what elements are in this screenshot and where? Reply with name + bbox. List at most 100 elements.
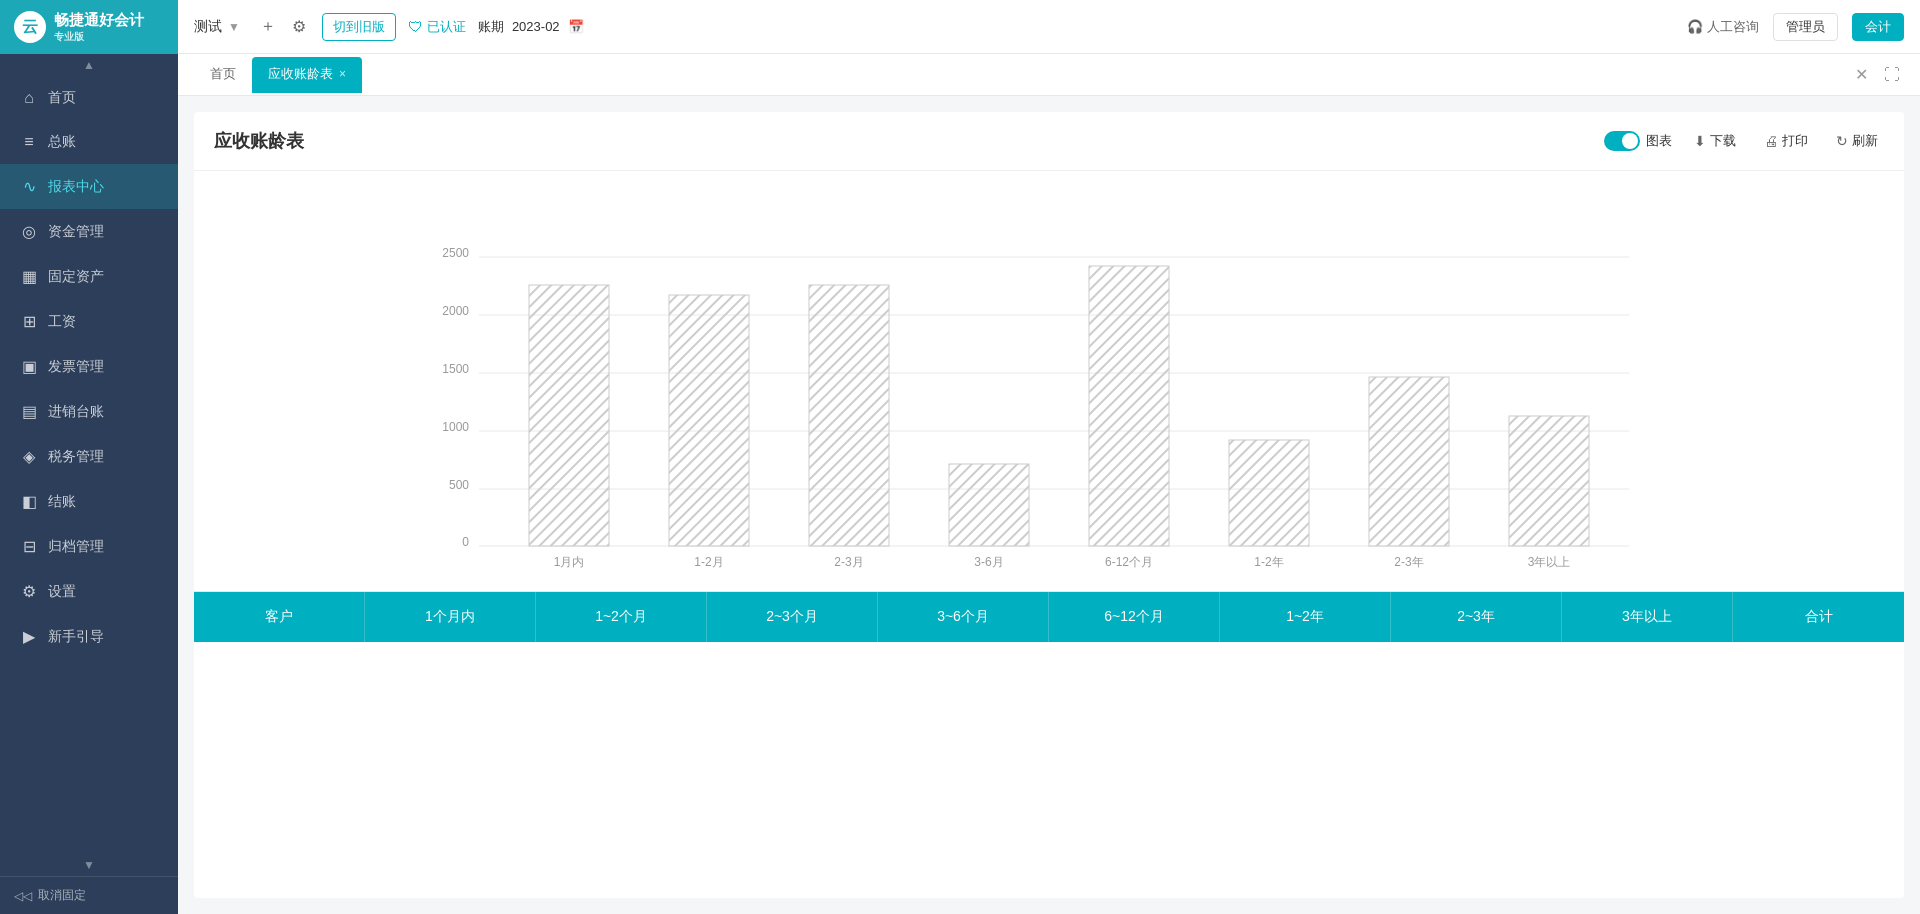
logo-sub: 专业版	[54, 30, 144, 44]
sidebar-item-tax[interactable]: ◈ 税务管理	[0, 434, 178, 479]
role-btn[interactable]: 会计	[1852, 13, 1904, 41]
nav-label-closing: 结账	[48, 493, 76, 511]
sidebar-logo: 云 畅捷通好会计 专业版	[0, 0, 178, 54]
table-header-cell: 6~12个月	[1049, 592, 1220, 642]
logo-title: 畅捷通好会计	[54, 11, 144, 30]
nav-icon-funds: ◎	[20, 222, 38, 241]
sidebar-item-guide[interactable]: ▶ 新手引导	[0, 614, 178, 659]
nav-label-assets: 固定资产	[48, 268, 104, 286]
topbar-actions: ＋ ⚙	[256, 12, 310, 41]
nav-label-archive: 归档管理	[48, 538, 104, 556]
table-header-cell: 1~2个月	[536, 592, 707, 642]
table-header-cell: 2~3个月	[707, 592, 878, 642]
svg-text:2-3年: 2-3年	[1394, 555, 1423, 569]
svg-text:500: 500	[449, 478, 469, 492]
table-area: 客户1个月内1~2个月2~3个月3~6个月6~12个月1~2年2~3年3年以上合…	[194, 591, 1904, 642]
cancel-fixed-label: 取消固定	[38, 887, 86, 904]
settings-btn[interactable]: ⚙	[288, 13, 310, 40]
switch-version-btn[interactable]: 切到旧版	[322, 13, 396, 41]
tab-aging-label: 应收账龄表	[268, 65, 333, 83]
nav-icon-ledger: ≡	[20, 133, 38, 151]
sidebar-item-home[interactable]: ⌂ 首页	[0, 76, 178, 120]
help-btn[interactable]: 🎧 人工咨询	[1687, 18, 1759, 36]
sidebar-item-invoice[interactable]: ▣ 发票管理	[0, 344, 178, 389]
download-btn[interactable]: ⬇ 下载	[1688, 128, 1742, 154]
nav-icon-purchase: ▤	[20, 402, 38, 421]
svg-text:1000: 1000	[442, 420, 469, 434]
svg-text:2-3月: 2-3月	[834, 555, 863, 569]
tabs-bar: 首页 应收账龄表 × ✕ ⛶	[178, 54, 1920, 96]
sidebar-item-salary[interactable]: ⊞ 工资	[0, 299, 178, 344]
nav-label-salary: 工资	[48, 313, 76, 331]
project-selector[interactable]: 测试 ▼	[194, 18, 240, 36]
cancel-fixed-btn[interactable]: ◁◁ 取消固定	[0, 876, 178, 914]
sidebar-item-closing[interactable]: ◧ 结账	[0, 479, 178, 524]
sidebar-item-funds[interactable]: ◎ 资金管理	[0, 209, 178, 254]
table-header-cell: 1个月内	[365, 592, 536, 642]
svg-text:2000: 2000	[442, 304, 469, 318]
bar-6[interactable]	[1229, 440, 1309, 546]
print-btn[interactable]: 🖨 打印	[1758, 128, 1814, 154]
add-btn[interactable]: ＋	[256, 12, 280, 41]
bar-3[interactable]	[809, 285, 889, 546]
tab-aging[interactable]: 应收账龄表 ×	[252, 57, 362, 93]
tab-home[interactable]: 首页	[194, 57, 252, 93]
period-value: 2023-02	[512, 19, 560, 34]
table-header-cell: 2~3年	[1391, 592, 1562, 642]
svg-text:1-2年: 1-2年	[1254, 555, 1283, 569]
chart-area: 0 500 1000 1500 2000 2500	[194, 171, 1904, 591]
svg-text:6-12个月: 6-12个月	[1105, 555, 1153, 569]
verified-text: 已认证	[427, 18, 466, 36]
svg-text:3年以上: 3年以上	[1528, 555, 1571, 569]
sidebar-scroll-down[interactable]: ▼	[0, 854, 178, 876]
topbar-right: 🎧 人工咨询 管理员 会计	[1687, 13, 1904, 41]
bar-1[interactable]	[529, 285, 609, 546]
nav-label-reports: 报表中心	[48, 178, 104, 196]
nav-label-invoice: 发票管理	[48, 358, 104, 376]
table-header-cell: 客户	[194, 592, 365, 642]
bar-8[interactable]	[1509, 416, 1589, 546]
bar-2[interactable]	[669, 295, 749, 546]
sidebar-item-assets[interactable]: ▦ 固定资产	[0, 254, 178, 299]
nav-icon-home: ⌂	[20, 89, 38, 107]
sidebar-item-settings[interactable]: ⚙ 设置	[0, 569, 178, 614]
nav-icon-settings: ⚙	[20, 582, 38, 601]
bar-4[interactable]	[949, 464, 1029, 546]
bar-7[interactable]	[1369, 377, 1449, 546]
print-label: 打印	[1782, 132, 1808, 150]
close-window-btn[interactable]: ✕	[1851, 61, 1872, 88]
download-label: 下载	[1710, 132, 1736, 150]
pin-icon: ◁◁	[14, 889, 32, 903]
content-area: 首页 应收账龄表 × ✕ ⛶ 应收账龄表 图表	[178, 54, 1920, 914]
report-header: 应收账龄表 图表 ⬇ 下载 🖨 打印	[194, 112, 1904, 171]
chart-label: 图表	[1646, 132, 1672, 150]
nav-icon-guide: ▶	[20, 627, 38, 646]
expand-window-btn[interactable]: ⛶	[1880, 62, 1904, 88]
calendar-icon[interactable]: 📅	[568, 19, 584, 34]
nav-label-purchase: 进销台账	[48, 403, 104, 421]
period-label: 账期	[478, 18, 504, 36]
print-icon: 🖨	[1764, 133, 1778, 149]
svg-text:3-6月: 3-6月	[974, 555, 1003, 569]
svg-text:1-2月: 1-2月	[694, 555, 723, 569]
sidebar-item-ledger[interactable]: ≡ 总账	[0, 120, 178, 164]
bar-chart: 0 500 1000 1500 2000 2500	[214, 191, 1884, 571]
chart-toggle[interactable]	[1604, 131, 1640, 151]
svg-text:2500: 2500	[442, 246, 469, 260]
sidebar-nav: ⌂ 首页 ≡ 总账 ∿ 报表中心 ◎ 资金管理 ▦ 固定资产 ⊞ 工资 ▣ 发票…	[0, 76, 178, 854]
tab-home-label: 首页	[210, 65, 236, 83]
dropdown-icon: ▼	[228, 20, 240, 34]
refresh-btn[interactable]: ↻ 刷新	[1830, 128, 1884, 154]
nav-label-settings: 设置	[48, 583, 76, 601]
user-btn[interactable]: 管理员	[1773, 13, 1838, 41]
help-text: 人工咨询	[1707, 18, 1759, 36]
bar-5[interactable]	[1089, 266, 1169, 546]
tab-close-icon[interactable]: ×	[339, 68, 346, 80]
sidebar-item-archive[interactable]: ⊟ 归档管理	[0, 524, 178, 569]
sidebar-item-purchase[interactable]: ▤ 进销台账	[0, 389, 178, 434]
sidebar-item-reports[interactable]: ∿ 报表中心	[0, 164, 178, 209]
sidebar-scroll-up[interactable]: ▲	[0, 54, 178, 76]
svg-text:1月内: 1月内	[554, 555, 585, 569]
nav-label-ledger: 总账	[48, 133, 76, 151]
nav-label-funds: 资金管理	[48, 223, 104, 241]
